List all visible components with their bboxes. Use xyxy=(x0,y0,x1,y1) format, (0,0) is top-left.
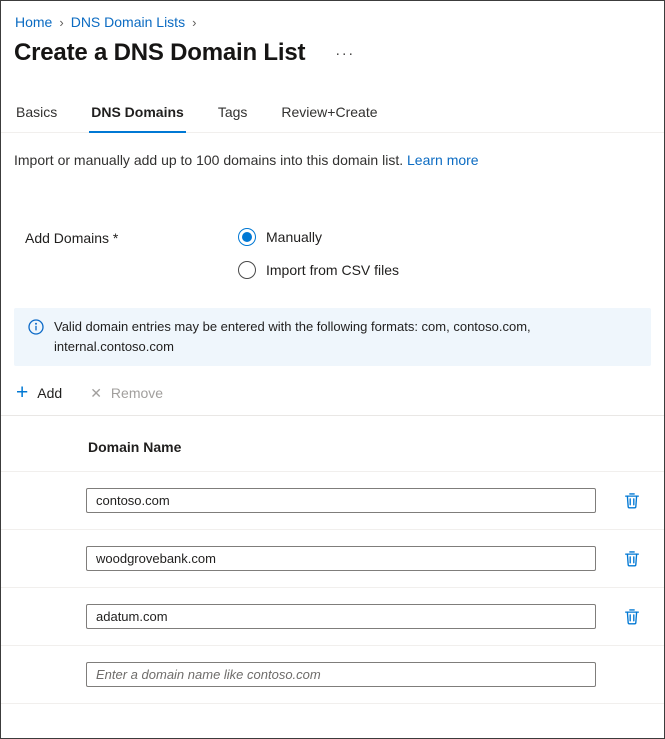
trash-icon xyxy=(625,493,639,509)
radio-manually[interactable]: Manually xyxy=(238,228,399,246)
table-row xyxy=(1,530,664,588)
add-domains-label: Add Domains * xyxy=(25,230,119,246)
table-row-new xyxy=(1,646,664,704)
radio-manually-label: Manually xyxy=(266,229,323,245)
domain-input-1[interactable] xyxy=(86,488,596,513)
create-dns-domain-list-page: Home › DNS Domain Lists › Create a DNS D… xyxy=(0,0,665,739)
radio-import-csv-label: Import from CSV files xyxy=(266,262,400,278)
breadcrumb-home[interactable]: Home xyxy=(15,14,52,30)
tab-review-create[interactable]: Review+Create xyxy=(279,104,379,133)
info-banner: Valid domain entries may be entered with… xyxy=(14,308,651,366)
column-header-domain-name: Domain Name xyxy=(1,416,664,472)
delete-row-button[interactable] xyxy=(623,607,641,626)
delete-row-button[interactable] xyxy=(623,549,641,568)
domain-input-2[interactable] xyxy=(86,546,596,571)
radio-import-csv[interactable]: Import from CSV files xyxy=(238,261,399,279)
add-button-label: Add xyxy=(37,385,63,401)
breadcrumb-dns-domain-lists[interactable]: DNS Domain Lists xyxy=(71,14,185,30)
new-domain-input[interactable] xyxy=(86,662,596,687)
tab-bar: Basics DNS Domains Tags Review+Create xyxy=(1,104,664,133)
add-domains-radio-group: Manually Import from CSV files xyxy=(238,228,399,279)
breadcrumb-chevron-icon: › xyxy=(59,14,64,30)
more-options-icon[interactable]: ··· xyxy=(331,42,359,65)
learn-more-link[interactable]: Learn more xyxy=(407,152,479,168)
plus-icon: + xyxy=(16,381,29,404)
toolbar: + Add ✕ Remove xyxy=(1,381,664,416)
table-row xyxy=(1,472,664,530)
add-domains-row: Add Domains * Manually Import from CSV f… xyxy=(1,228,664,279)
breadcrumb-chevron-icon: › xyxy=(192,14,197,30)
tab-dns-domains[interactable]: DNS Domains xyxy=(89,104,186,133)
trash-icon xyxy=(625,609,639,625)
breadcrumb: Home › DNS Domain Lists › xyxy=(1,1,664,30)
intro-line: Import or manually add up to 100 domains… xyxy=(1,133,664,168)
add-button[interactable]: + Add xyxy=(16,381,63,404)
domain-grid: Domain Name xyxy=(1,416,664,704)
page-title: Create a DNS Domain List xyxy=(14,39,306,66)
trash-icon xyxy=(625,551,639,567)
delete-row-button[interactable] xyxy=(623,491,641,510)
radio-unselected-icon xyxy=(238,261,256,279)
tab-tags[interactable]: Tags xyxy=(216,104,250,133)
remove-button[interactable]: ✕ Remove xyxy=(90,384,163,402)
info-icon xyxy=(28,319,44,335)
table-row xyxy=(1,588,664,646)
tab-basics[interactable]: Basics xyxy=(14,104,59,133)
remove-x-icon: ✕ xyxy=(90,385,102,401)
radio-selected-icon xyxy=(238,228,256,246)
domain-input-3[interactable] xyxy=(86,604,596,629)
remove-button-label: Remove xyxy=(110,385,164,401)
intro-text: Import or manually add up to 100 domains… xyxy=(14,152,404,168)
info-banner-text: Valid domain entries may be entered with… xyxy=(54,319,531,354)
title-row: Create a DNS Domain List ··· xyxy=(1,39,664,67)
